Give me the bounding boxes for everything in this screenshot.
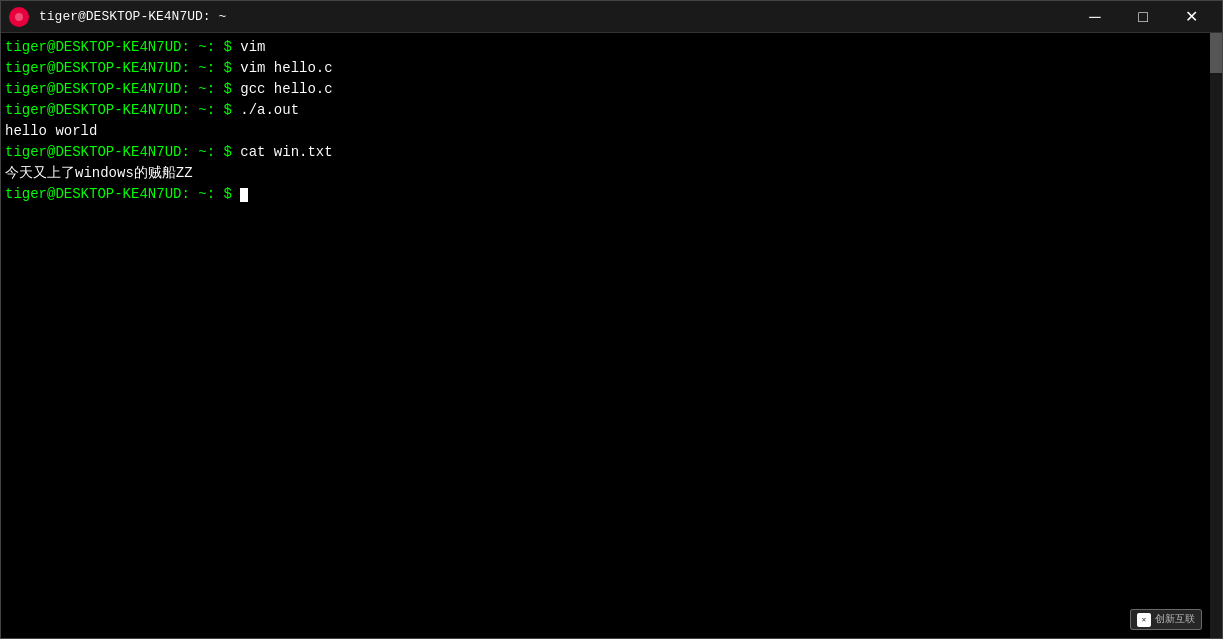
prompt-dollar: $ — [223, 39, 231, 55]
titlebar: tiger@DESKTOP-KE4N7UD: ~ ─ □ ✕ — [1, 1, 1222, 33]
prompt-dollar: $ — [223, 186, 231, 202]
terminal-line: tiger@DESKTOP-KE4N7UD: ~: $ vim — [5, 37, 1218, 58]
app-logo — [9, 7, 29, 27]
watermark-icon: ✕ — [1137, 613, 1151, 627]
prompt-text: tiger@DESKTOP-KE4N7UD: ~: — [5, 102, 223, 118]
terminal-line: tiger@DESKTOP-KE4N7UD: ~: $ — [5, 184, 1218, 205]
prompt-text: tiger@DESKTOP-KE4N7UD: ~: — [5, 60, 223, 76]
prompt-text: tiger@DESKTOP-KE4N7UD: ~: — [5, 39, 223, 55]
watermark-text: 创新互联 — [1155, 612, 1195, 627]
prompt-dollar: $ — [223, 60, 231, 76]
close-button[interactable]: ✕ — [1168, 1, 1214, 33]
terminal-line: 今天又上了windows的贼船ZZ — [5, 163, 1218, 184]
prompt-text: tiger@DESKTOP-KE4N7UD: ~: — [5, 186, 223, 202]
maximize-button[interactable]: □ — [1120, 1, 1166, 33]
prompt-text: tiger@DESKTOP-KE4N7UD: ~: — [5, 144, 223, 160]
command-text: vim — [232, 39, 266, 55]
command-text: ./a.out — [232, 102, 299, 118]
window-controls: ─ □ ✕ — [1072, 1, 1214, 33]
minimize-button[interactable]: ─ — [1072, 1, 1118, 33]
terminal-line: hello world — [5, 121, 1218, 142]
terminal-cursor — [240, 188, 248, 202]
prompt-text: tiger@DESKTOP-KE4N7UD: ~: — [5, 81, 223, 97]
prompt-dollar: $ — [223, 102, 231, 118]
command-text — [232, 186, 240, 202]
command-text: gcc hello.c — [232, 81, 333, 97]
scrollbar[interactable] — [1210, 33, 1222, 638]
window-title: tiger@DESKTOP-KE4N7UD: ~ — [39, 9, 1072, 24]
command-text: cat win.txt — [232, 144, 333, 160]
command-text: vim hello.c — [232, 60, 333, 76]
prompt-dollar: $ — [223, 144, 231, 160]
terminal-body[interactable]: tiger@DESKTOP-KE4N7UD: ~: $ vimtiger@DES… — [1, 33, 1222, 638]
prompt-dollar: $ — [223, 81, 231, 97]
terminal-line: tiger@DESKTOP-KE4N7UD: ~: $ gcc hello.c — [5, 79, 1218, 100]
terminal-line: tiger@DESKTOP-KE4N7UD: ~: $ cat win.txt — [5, 142, 1218, 163]
watermark: ✕ 创新互联 — [1130, 609, 1202, 630]
terminal-line: tiger@DESKTOP-KE4N7UD: ~: $ ./a.out — [5, 100, 1218, 121]
output-text: 今天又上了windows的贼船ZZ — [5, 165, 193, 181]
output-text: hello world — [5, 123, 97, 139]
terminal-output: tiger@DESKTOP-KE4N7UD: ~: $ vimtiger@DES… — [5, 37, 1218, 205]
terminal-window: tiger@DESKTOP-KE4N7UD: ~ ─ □ ✕ tiger@DES… — [0, 0, 1223, 639]
scrollbar-thumb[interactable] — [1210, 33, 1222, 73]
terminal-line: tiger@DESKTOP-KE4N7UD: ~: $ vim hello.c — [5, 58, 1218, 79]
